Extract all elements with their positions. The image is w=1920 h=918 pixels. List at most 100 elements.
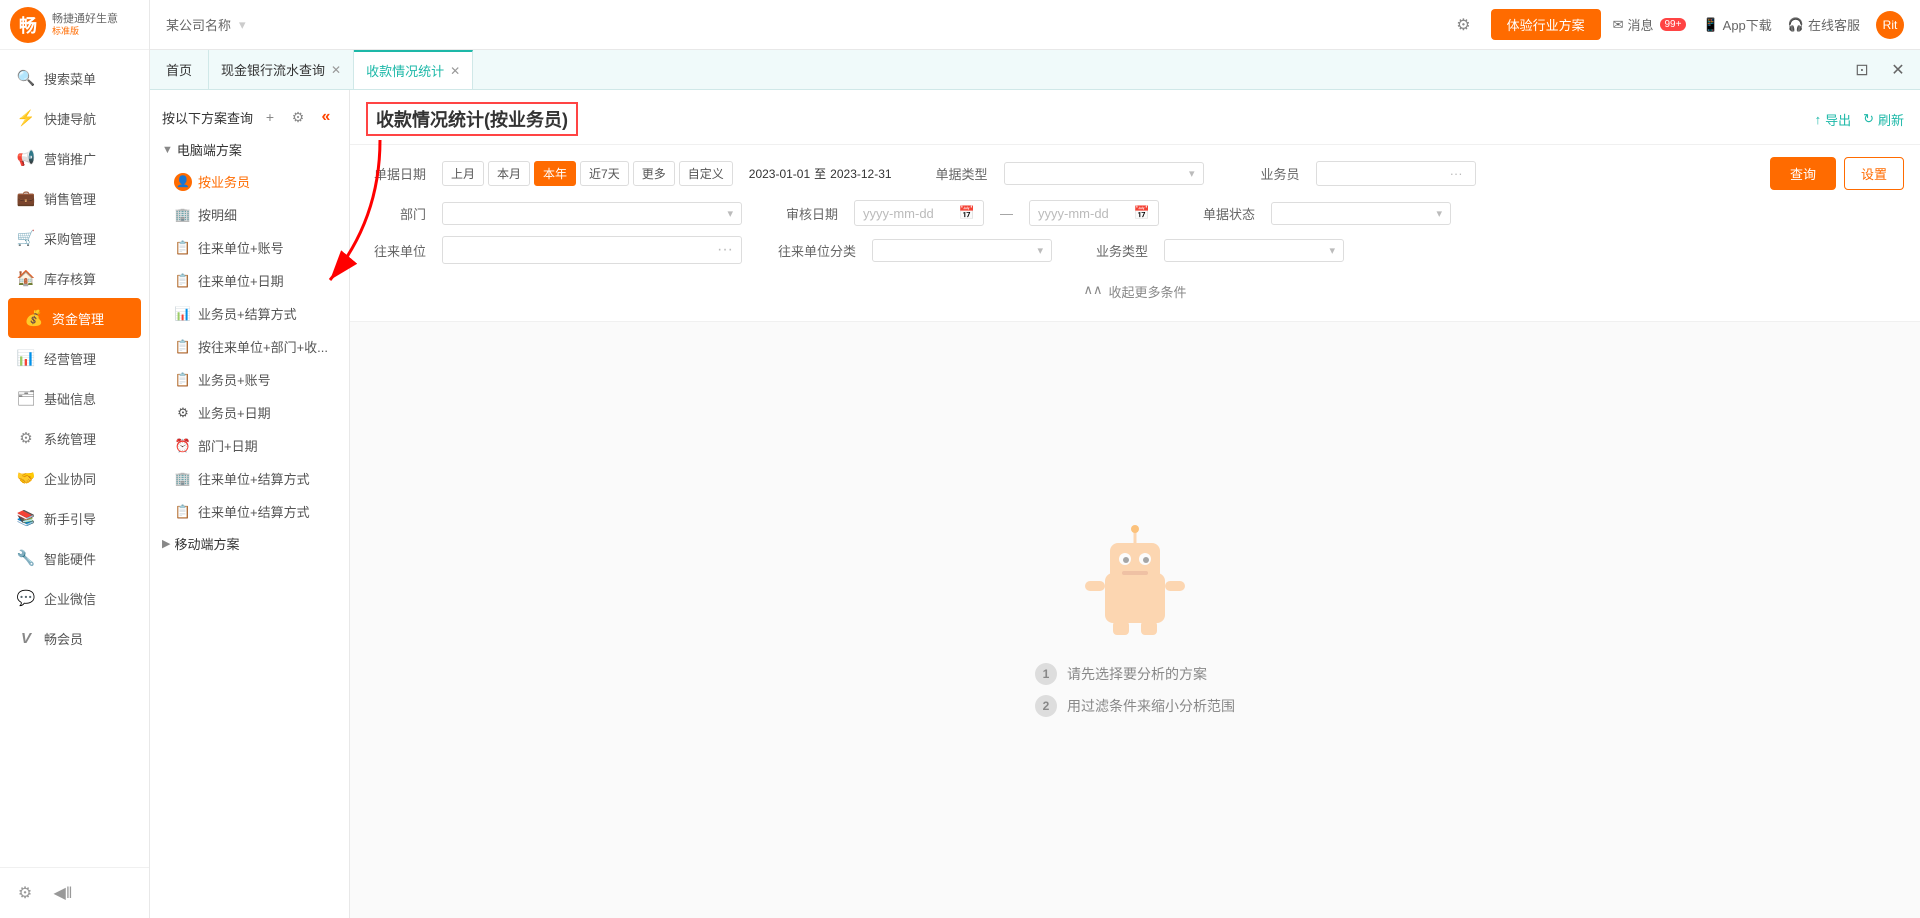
empty-state: 1 请先选择要分析的方案 2 用过滤条件来缩小分析范围	[350, 322, 1920, 918]
sidebar-item-quicknav[interactable]: ⚡ 快捷导航	[0, 98, 149, 138]
desktop-section-header[interactable]: ▼ 电脑端方案	[150, 134, 349, 165]
query-btn[interactable]: 查询	[1770, 157, 1836, 190]
menu-salesperson-account[interactable]: 📋 业务员+账号	[150, 363, 349, 396]
mobile-section-header[interactable]: ▶ 移动端方案	[150, 528, 349, 559]
salesperson-label: 业务员	[1240, 164, 1300, 183]
sidebar-item-guide[interactable]: 📚 新手引导	[0, 498, 149, 538]
menu-partner-settle1[interactable]: 🏢 往来单位+结算方式	[150, 462, 349, 495]
sidebar-item-purchase[interactable]: 🛒 采购管理	[0, 218, 149, 258]
collapse-bar[interactable]: ∧∧ 收起更多条件	[366, 274, 1904, 309]
date-btn-custom[interactable]: 自定义	[679, 161, 733, 186]
menu-dept-date[interactable]: ⏰ 部门+日期	[150, 429, 349, 462]
menu-partner-dept-collect[interactable]: 📋 按往来单位+部门+收...	[150, 330, 349, 363]
add-scheme-btn[interactable]: +	[259, 106, 281, 128]
review-date-to-input[interactable]: yyyy-mm-dd 📅	[1029, 200, 1159, 226]
date-btn-last-month[interactable]: 上月	[442, 161, 484, 186]
tab-receipts[interactable]: 收款情况统计 ✕	[354, 50, 473, 89]
date-btn-7days[interactable]: 近7天	[580, 161, 629, 186]
marketing-icon: 📢	[16, 148, 36, 168]
salesperson-select[interactable]: ···	[1316, 161, 1476, 186]
breadcrumb-area: 某公司名称 ▾	[166, 15, 1444, 34]
online-service-btn[interactable]: 🎧 在线客服	[1788, 15, 1860, 34]
sidebar-bottom: ⚙ ◀‖	[0, 867, 149, 918]
menu-by-salesperson[interactable]: 👤 按业务员	[150, 165, 349, 198]
sidebar-item-wechat[interactable]: 💬 企业微信	[0, 578, 149, 618]
review-date-from-calendar-icon[interactable]: 📅	[959, 205, 975, 221]
settings-bottom-btn[interactable]: ⚙	[10, 878, 40, 908]
hardware-icon: 🔧	[16, 548, 36, 568]
date-options-group: 上月 本月 本年 近7天 更多 自定义	[442, 161, 733, 186]
sidebar-item-base[interactable]: 🗂 基础信息	[0, 378, 149, 418]
salesperson-dots: ···	[1450, 166, 1463, 181]
salesperson-settle-icon: 📊	[174, 305, 192, 323]
app-download-btn[interactable]: 📱 App下载	[1702, 15, 1771, 34]
tab-home[interactable]: 首页	[150, 50, 209, 89]
review-date-to-calendar-icon[interactable]: 📅	[1134, 205, 1150, 221]
tabbar-right: ⊡ ✕	[1848, 56, 1920, 84]
quicknav-icon: ⚡	[16, 108, 36, 128]
messages-btn[interactable]: ✉ 消息 99+	[1613, 15, 1687, 34]
tabbar: 首页 现金银行流水查询 ✕ 收款情况统计 ✕ ⊡ ✕	[150, 50, 1920, 90]
panel-header-text: 按以下方案查询	[162, 108, 253, 127]
sidebar-item-hardware[interactable]: 🔧 智能硬件	[0, 538, 149, 578]
partner-settle1-icon: 🏢	[174, 470, 192, 488]
sidebar-item-marketing[interactable]: 📢 营销推广	[0, 138, 149, 178]
partner-dept-icon: 📋	[174, 338, 192, 356]
collapse-sidebar-btn[interactable]: ◀‖	[48, 878, 78, 908]
scheme-settings-btn[interactable]: ⚙	[287, 106, 309, 128]
trial-industry-btn[interactable]: 体验行业方案	[1491, 9, 1601, 40]
member-icon: V	[16, 628, 36, 648]
user-avatar[interactable]: Rit	[1876, 11, 1904, 39]
dept-date-icon: ⏰	[174, 437, 192, 455]
sidebar-item-finance[interactable]: 💰 资金管理	[8, 298, 141, 338]
menu-partner-account[interactable]: 📋 往来单位+账号	[150, 231, 349, 264]
menu-partner-date[interactable]: 📋 往来单位+日期	[150, 264, 349, 297]
step1-num: 1	[1035, 663, 1057, 685]
menu-by-detail[interactable]: 🏢 按明细	[150, 198, 349, 231]
sidebar-item-search[interactable]: 🔍 搜索菜单	[0, 58, 149, 98]
tab-bank[interactable]: 现金银行流水查询 ✕	[209, 50, 354, 89]
sidebar-item-member[interactable]: V 畅会员	[0, 618, 149, 658]
business-type-select[interactable]: ▾	[1164, 239, 1344, 262]
dept-select[interactable]: ▾	[442, 202, 742, 225]
menu-salesperson-settle[interactable]: 📊 业务员+结算方式	[150, 297, 349, 330]
tab-bank-close[interactable]: ✕	[331, 63, 341, 77]
sidebar-item-operation[interactable]: 📊 经营管理	[0, 338, 149, 378]
tab-maximize-btn[interactable]: ⊡	[1848, 56, 1876, 84]
page-title-bar: 收款情况统计(按业务员) ↑ 导出 ↻ 刷新	[350, 90, 1920, 145]
collapse-panel-btn[interactable]: «	[315, 106, 337, 128]
voucher-status-label: 单据状态	[1195, 204, 1255, 223]
inventory-icon: 🏠	[16, 268, 36, 288]
refresh-btn[interactable]: ↻ 刷新	[1863, 110, 1904, 129]
topbar-settings-icon[interactable]: ⚙	[1456, 15, 1470, 35]
mobile-expand-icon: ▶	[162, 537, 170, 550]
sidebar-item-enterprise[interactable]: 🤝 企业协同	[0, 458, 149, 498]
partner-select[interactable]: ···	[442, 236, 742, 264]
menu-partner-settle2[interactable]: 📋 往来单位+结算方式	[150, 495, 349, 528]
voucher-type-select[interactable]: ▾	[1004, 162, 1204, 185]
mobile-section: ▶ 移动端方案	[150, 528, 349, 559]
date-btn-more[interactable]: 更多	[633, 161, 675, 186]
date-btn-this-year[interactable]: 本年	[534, 161, 576, 186]
settings-filter-btn[interactable]: 设置	[1844, 157, 1904, 190]
left-panel: 按以下方案查询 + ⚙ « ▼ 电脑端方案 👤 按业务员 🏢	[150, 90, 350, 918]
filter-row-2: 部门 ▾ 审核日期 yyyy-mm-dd 📅 — yyyy-mm-dd 📅	[366, 200, 1904, 226]
review-date-from-input[interactable]: yyyy-mm-dd 📅	[854, 200, 984, 226]
empty-step-1: 1 请先选择要分析的方案	[1035, 663, 1235, 685]
menu-salesperson-date[interactable]: ⚙ 业务员+日期	[150, 396, 349, 429]
sidebar-item-system[interactable]: ⚙ 系统管理	[0, 418, 149, 458]
sidebar-item-sales[interactable]: 💼 销售管理	[0, 178, 149, 218]
empty-illustration	[1075, 523, 1195, 643]
finance-icon: 💰	[24, 308, 44, 328]
sidebar-item-inventory[interactable]: 🏠 库存核算	[0, 258, 149, 298]
partner-dots[interactable]: ···	[717, 241, 733, 259]
dept-arrow: ▾	[727, 207, 733, 220]
tab-close-all-btn[interactable]: ✕	[1884, 56, 1912, 84]
content-area: 按以下方案查询 + ⚙ « ▼ 电脑端方案 👤 按业务员 🏢	[150, 90, 1920, 918]
date-btn-this-month[interactable]: 本月	[488, 161, 530, 186]
export-btn[interactable]: ↑ 导出	[1815, 110, 1852, 129]
search-icon: 🔍	[16, 68, 36, 88]
tab-receipts-close[interactable]: ✕	[450, 64, 460, 78]
voucher-status-select[interactable]: ▾	[1271, 202, 1451, 225]
partner-category-select[interactable]: ▾	[872, 239, 1052, 262]
